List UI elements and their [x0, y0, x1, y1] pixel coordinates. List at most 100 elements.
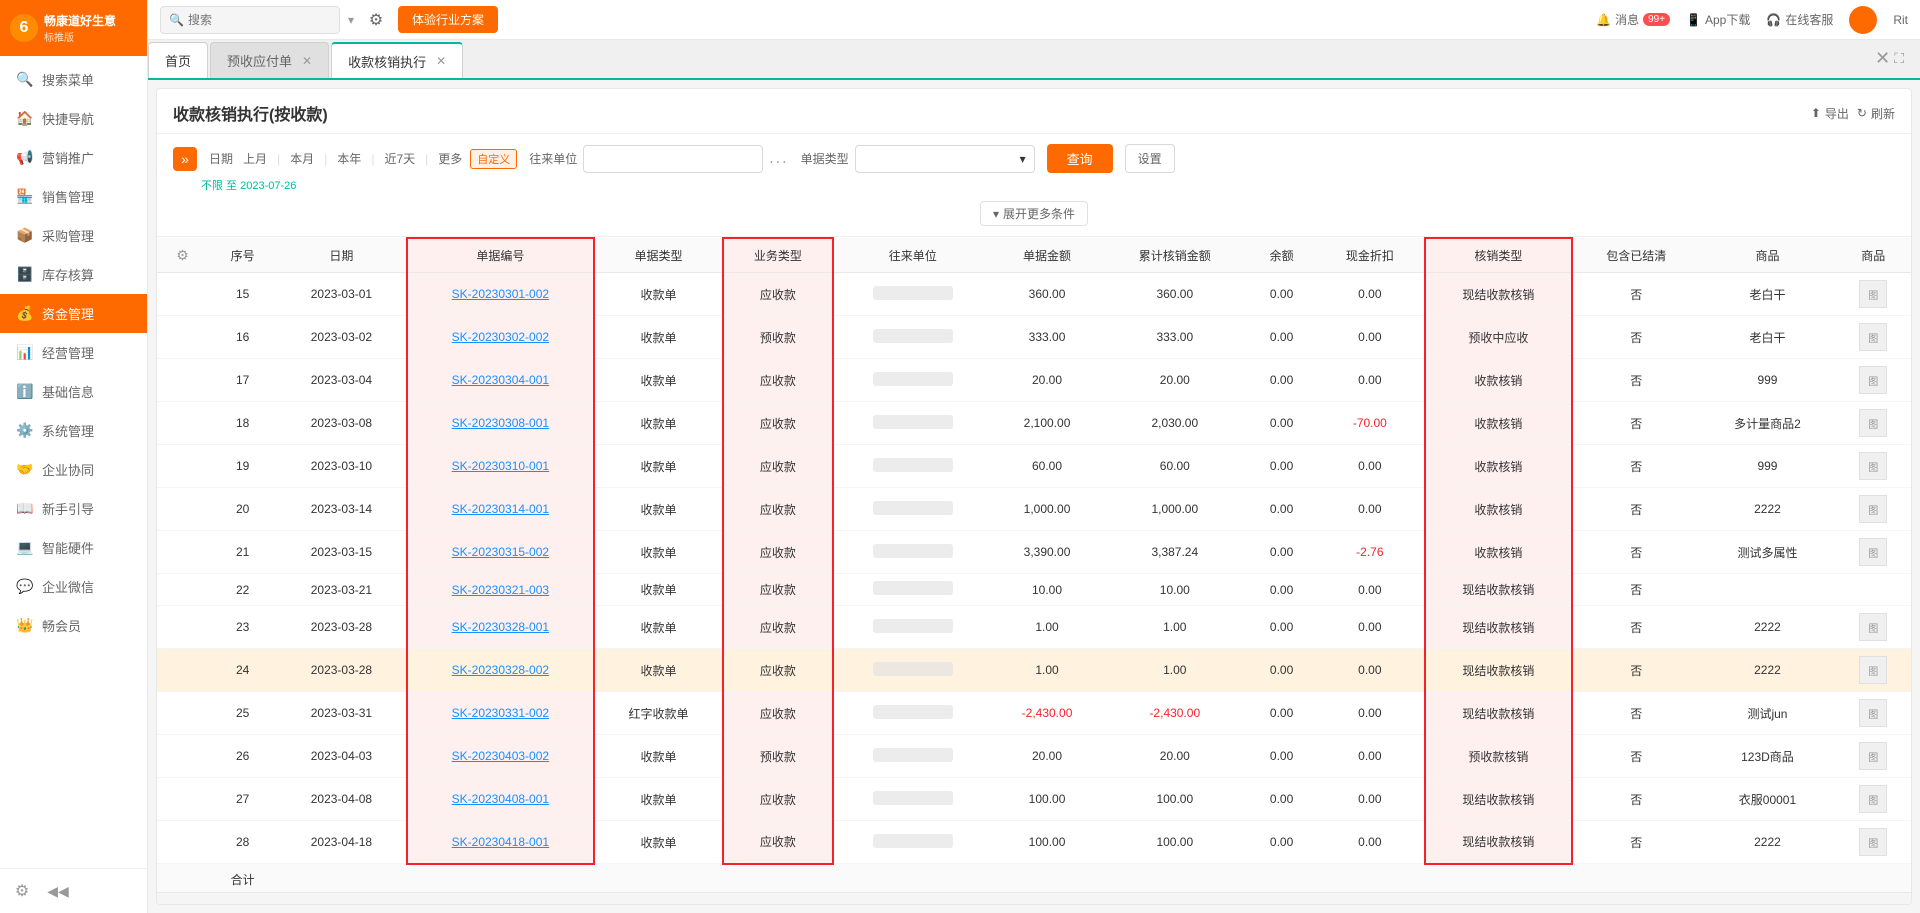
col-header-bill_amount: 单据金额 [992, 238, 1103, 273]
bill-no-link[interactable]: SK-20230302-002 [452, 330, 549, 344]
partner-blurred [873, 286, 953, 300]
cell-seq: 27 [208, 778, 277, 821]
sidebar-item-hardware[interactable]: 💻智能硬件 [0, 528, 147, 567]
cell-bill_amount: 60.00 [992, 445, 1103, 488]
footer-cell-bill_amount [992, 864, 1103, 893]
sidebar-item-purchase[interactable]: 📦采购管理 [0, 216, 147, 255]
topbar-chevron-icon[interactable]: ▾ [348, 13, 354, 27]
cell-include_settled: 否 [1572, 531, 1699, 574]
table-row: 272023-04-08SK-20230408-001收款单应收款100.001… [157, 778, 1911, 821]
sidebar-item-quick-nav[interactable]: 🏠快捷导航 [0, 99, 147, 138]
partner-input[interactable] [583, 145, 763, 173]
tab-prepay[interactable]: 预收应付单✕ [210, 42, 329, 78]
cell-cancel_type: 收款核销 [1425, 445, 1573, 488]
online-service-button[interactable]: 🎧 在线客服 [1766, 11, 1833, 28]
cell-goods: 衣服00001 [1699, 778, 1835, 821]
cell-bill_amount: 333.00 [992, 316, 1103, 359]
avatar [1849, 6, 1877, 34]
sidebar-item-operations[interactable]: 📊经营管理 [0, 333, 147, 372]
sidebar-item-system[interactable]: ⚙️系统管理 [0, 411, 147, 450]
partner-blurred [873, 581, 953, 595]
sidebar-item-basic[interactable]: ℹ️基础信息 [0, 372, 147, 411]
sidebar-item-marketing[interactable]: 📢营销推广 [0, 138, 147, 177]
sidebar-item-sales[interactable]: 🏪销售管理 [0, 177, 147, 216]
cell-bill_amount: 2,100.00 [992, 402, 1103, 445]
cell-seq: 17 [208, 359, 277, 402]
tab-collection-exec[interactable]: 收款核销执行✕ [331, 42, 463, 78]
sidebar-item-member[interactable]: 👑 畅会员 [0, 606, 147, 645]
date-option-2[interactable]: 本年 [333, 148, 365, 169]
bill-no-link[interactable]: SK-20230308-001 [452, 416, 549, 430]
notification-button[interactable]: 🔔 消息 99+ [1596, 11, 1670, 28]
bill-no-link[interactable]: SK-20230301-002 [452, 287, 549, 301]
cell-bill_type: 收款单 [594, 574, 723, 606]
date-custom-label[interactable]: 自定义 [470, 149, 517, 169]
sidebar-item-search[interactable]: 🔍搜索菜单 [0, 60, 147, 99]
cell-biz_type: 应收款 [723, 531, 833, 574]
maximize-button[interactable]: ⛶ [1894, 40, 1904, 76]
cell-bill_type: 收款单 [594, 606, 723, 649]
nav-label-member: 畅会员 [42, 616, 81, 635]
bill-no-link[interactable]: SK-20230408-001 [452, 792, 549, 806]
online-service-label: 在线客服 [1785, 11, 1833, 28]
bill-no-link[interactable]: SK-20230314-001 [452, 502, 549, 516]
filter-settings-button[interactable]: 设置 [1125, 144, 1175, 173]
cell-include_settled: 否 [1572, 273, 1699, 316]
bill-no-link[interactable]: SK-20230328-002 [452, 663, 549, 677]
logo-subtitle: 标推版 [44, 29, 116, 44]
horizontal-scrollbar[interactable] [157, 892, 1911, 904]
sidebar-item-wechat[interactable]: 💬企业微信 [0, 567, 147, 606]
query-button[interactable]: 查询 [1047, 144, 1113, 173]
sidebar-collapse-button[interactable]: ◀◀ [44, 877, 72, 905]
nav-icon-member: 👑 [16, 617, 34, 635]
goods-thumbnail: 图 [1859, 323, 1887, 351]
partner-blurred [873, 619, 953, 633]
topbar: 🔍 ▾ ⚙ 体验行业方案 🔔 消息 99+ 📱 App下载 🎧 在线客服 Rit [148, 0, 1920, 40]
tab-close-prepay[interactable]: ✕ [302, 54, 312, 68]
date-option-0[interactable]: 上月 [239, 148, 271, 169]
table-settings-icon[interactable]: ⚙ [176, 247, 189, 263]
bill-no-link[interactable]: SK-20230418-001 [452, 835, 549, 849]
bill-no-link[interactable]: SK-20230328-001 [452, 620, 549, 634]
bill-no-link[interactable]: SK-20230403-002 [452, 749, 549, 763]
col-header-bill_no: 单据编号 [407, 238, 595, 273]
bill-no-link[interactable]: SK-20230315-002 [452, 545, 549, 559]
cell-goods: 999 [1699, 359, 1835, 402]
refresh-button[interactable]: ↻ 刷新 [1857, 105, 1895, 122]
sidebar-item-inventory[interactable]: 🗄️库存核算 [0, 255, 147, 294]
cell-partner [833, 273, 992, 316]
date-option-1[interactable]: 本月 [286, 148, 318, 169]
bill-type-select[interactable]: ▾ [855, 145, 1035, 173]
filter-row: » 日期 上月|本月|本年|近7天|更多自定义 往来单位 ... 单据类型 ▾ [173, 144, 1895, 173]
cell-partner [833, 735, 992, 778]
expand-conditions-button[interactable]: ▾ 展开更多条件 [980, 201, 1088, 226]
sidebar-item-finance[interactable]: 💰资金管理 [0, 294, 147, 333]
sidebar-item-enterprise[interactable]: 🤝企业协同 [0, 450, 147, 489]
solution-button[interactable]: 体验行业方案 [398, 6, 498, 33]
col-header-total_cancel: 累计核销金额 [1103, 238, 1248, 273]
cell-cash_discount: 0.00 [1316, 821, 1424, 864]
export-button[interactable]: ⬆ 导出 [1811, 105, 1849, 122]
search-input[interactable] [188, 13, 331, 27]
notification-label: 消息 [1615, 11, 1639, 28]
sidebar-item-guide[interactable]: 📖新手引导 [0, 489, 147, 528]
bill-no-link[interactable]: SK-20230331-002 [452, 706, 549, 720]
date-option-4[interactable]: 更多 [434, 148, 466, 169]
tab-home[interactable]: 首页 [148, 42, 208, 78]
topbar-gear-button[interactable]: ⚙ [362, 6, 390, 34]
sidebar-settings-button[interactable]: ⚙ [8, 877, 36, 905]
bill-no-link[interactable]: SK-20230310-001 [452, 459, 549, 473]
bill-no-link[interactable]: SK-20230304-001 [452, 373, 549, 387]
close-all-tabs-button[interactable]: ✕ [1875, 40, 1890, 76]
app-download-button[interactable]: 📱 App下载 [1686, 11, 1750, 28]
bill-no-link[interactable]: SK-20230321-003 [452, 583, 549, 597]
filter-expand-button[interactable]: » [173, 147, 197, 171]
cell-goods: 2222 [1699, 488, 1835, 531]
date-option-3[interactable]: 近7天 [380, 148, 419, 169]
cell-biz_type: 应收款 [723, 778, 833, 821]
topbar-search-box[interactable]: 🔍 [160, 6, 340, 34]
cell-bill_no: SK-20230331-002 [407, 692, 595, 735]
tab-close-collection-exec[interactable]: ✕ [436, 54, 446, 68]
cell-total_cancel: 2,030.00 [1103, 402, 1248, 445]
refresh-icon: ↻ [1857, 106, 1867, 120]
